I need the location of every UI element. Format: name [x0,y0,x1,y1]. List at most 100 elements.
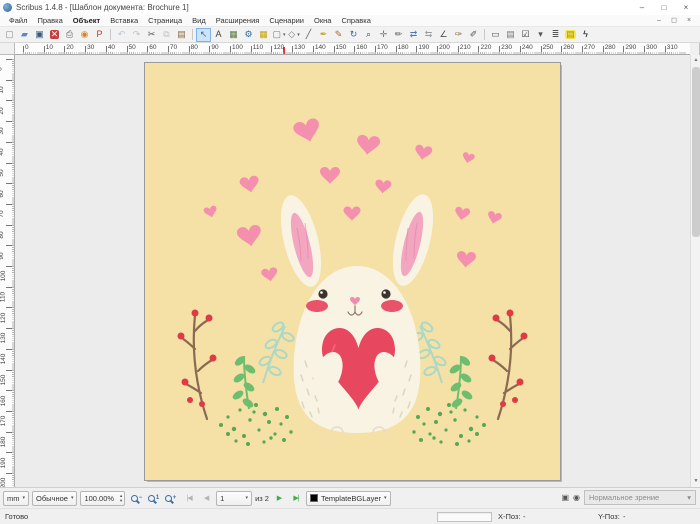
close-icon[interactable]: × [675,1,697,15]
horizontal-ruler[interactable]: 0 10 20 30 40 50 60 70 80 90 100 110 120 130 140 150 160… [15,43,690,55]
redo-icon[interactable]: ↷ [129,28,144,42]
insert-line-icon[interactable]: ╱ [301,28,316,42]
copy-properties-icon[interactable]: ✑ [451,28,466,42]
zoom-fit-button[interactable]: 1 [145,491,162,506]
unlink-frames-icon[interactable]: ⇆ [421,28,436,42]
menu-insert[interactable]: Вставка [105,15,143,26]
insert-table-icon[interactable]: ▦ [256,28,271,42]
page-count-label: из 2 [255,493,269,503]
status-bar: mm ▾ Обычное ▾ 100.00% ▲ ▼ − 1 + |◀ ◀ 1 … [0,487,700,524]
menu-bar: Файл Правка Объект Вставка Страница Вид … [0,15,700,27]
layer-color-swatch [309,494,318,502]
vertical-ruler[interactable]: 0 10 20 30 40 50 60 [0,55,15,487]
main-toolbar: ▢ ▰ ▣ ✕ ⎙ ◉ P ↶ ↷ ✂ ⧉ ▤ ↖ A ▦ ⚙ ▦ ▢ ▾ ◇ … [0,27,700,43]
eye-glint-left [320,291,323,294]
menu-scripts[interactable]: Сценарии [264,15,309,26]
pdf-combo-box-icon[interactable]: ▾ [533,28,548,42]
bunny-illustration [145,63,560,480]
new-document-icon[interactable]: ▢ [2,28,17,42]
title-bar: Scribus 1.4.8 - [Шаблон документа: Broch… [0,0,700,15]
vertical-scrollbar[interactable]: ▲ ▼ [690,55,700,487]
insert-shape-icon[interactable]: ▢ [271,28,286,42]
close-document-icon[interactable]: ✕ [47,28,62,42]
rotate-item-icon[interactable]: ↻ [346,28,361,42]
zoom-in-button[interactable]: + [162,491,179,506]
minimize-icon[interactable]: – [631,1,653,15]
menu-file[interactable]: Файл [4,15,32,26]
ruler-origin-box[interactable] [0,43,15,55]
menu-page[interactable]: Страница [143,15,187,26]
zoom-level-spinner[interactable]: 100.00% ▲ ▼ [80,490,126,506]
document-canvas[interactable] [15,55,690,487]
insert-bezier-icon[interactable]: ✒ [316,28,331,42]
mdi-close-icon[interactable]: × [683,16,695,26]
pdf-push-button-icon[interactable]: ▭ [488,28,503,42]
status-ready-label: Готово [5,512,29,521]
xpos-value: - [523,512,526,521]
save-document-icon[interactable]: ▣ [32,28,47,42]
mdi-restore-icon[interactable]: ◻ [668,16,680,26]
ypos-label: Y-Поз: [598,512,620,521]
open-document-icon[interactable]: ▰ [17,28,32,42]
undo-icon[interactable]: ↶ [114,28,129,42]
maximize-icon[interactable]: □ [653,1,675,15]
document-page[interactable] [145,63,560,480]
insert-text-frame-icon[interactable]: A [211,28,226,42]
pdf-text-annotation-icon[interactable]: ▤ [563,28,578,42]
menu-windows[interactable]: Окна [309,15,336,26]
paste-icon[interactable]: ▤ [174,28,189,42]
magnifier-icon [147,494,155,502]
pdf-text-field-icon[interactable]: ▤ [503,28,518,42]
scribus-window: Scribus 1.4.8 - [Шаблон документа: Broch… [0,0,700,524]
eye-dropper-icon[interactable]: ✐ [466,28,481,42]
zoom-out-button[interactable]: − [128,491,145,506]
pdf-checkbox-icon[interactable]: ☑ [518,28,533,42]
xpos-label: X-Поз: [498,512,521,521]
scroll-down-icon[interactable]: ▼ [691,476,700,487]
insert-render-frame-icon[interactable]: ⚙ [241,28,256,42]
mdi-window-controls: – ◻ × [653,16,698,26]
eye-glint-right [383,291,386,294]
mdi-minimize-icon[interactable]: – [653,16,665,26]
next-page-button[interactable]: ▶ [272,494,286,502]
unit-select[interactable]: mm ▾ [3,490,30,506]
scroll-up-icon[interactable]: ▲ [691,55,700,66]
preflight-verifier-icon[interactable]: ◉ [77,28,92,42]
edit-contents-icon[interactable]: ✛ [376,28,391,42]
view-quality-select[interactable]: Обычное ▾ [32,490,78,506]
cut-icon[interactable]: ✂ [144,28,159,42]
scribus-app-icon [3,3,12,12]
copy-icon[interactable]: ⧉ [159,28,174,42]
story-editor-icon[interactable]: ✏ [391,28,406,42]
print-document-icon[interactable]: ⎙ [62,28,77,42]
link-frames-icon[interactable]: ⇄ [406,28,421,42]
insert-freehand-icon[interactable]: ✎ [331,28,346,42]
preview-mode-icon[interactable]: ◉ [573,493,580,502]
export-pdf-icon[interactable]: P [92,28,107,42]
insert-polygon-icon[interactable]: ◇ [286,28,301,42]
chevron-down-icon: ▾ [70,495,74,501]
menu-view[interactable]: Вид [187,15,211,26]
progress-placeholder [437,512,492,522]
menu-edit[interactable]: Правка [32,15,67,26]
chevron-down-icon: ▾ [22,495,26,501]
layer-select[interactable]: TemplateBGLayer ▾ [305,490,391,506]
prev-page-button[interactable]: ◀ [199,494,213,502]
zoom-tool-icon[interactable]: ⌕ [361,28,376,42]
last-page-button[interactable]: ▶| [289,494,303,502]
menu-object[interactable]: Объект [68,15,105,26]
page-select[interactable]: 1 ▾ [216,490,253,506]
pdf-link-annotation-icon[interactable]: ϟ [578,28,593,42]
menu-help[interactable]: Справка [336,15,375,26]
first-page-button[interactable]: |◀ [182,494,196,502]
color-management-icon[interactable]: ▣ [561,493,569,502]
measurements-icon[interactable]: ∠ [436,28,451,42]
menu-extras[interactable]: Расширения [211,15,265,26]
vision-defect-select[interactable]: Нормальное зрение ▾ [584,490,696,505]
pdf-list-box-icon[interactable]: ≣ [548,28,563,42]
spinner-arrows-icon[interactable]: ▲ ▼ [119,493,123,503]
chevron-down-icon: ▾ [687,493,691,502]
scrollbar-thumb[interactable] [692,67,700,237]
select-item-icon[interactable]: ↖ [196,27,211,42]
insert-image-frame-icon[interactable]: ▦ [226,28,241,42]
